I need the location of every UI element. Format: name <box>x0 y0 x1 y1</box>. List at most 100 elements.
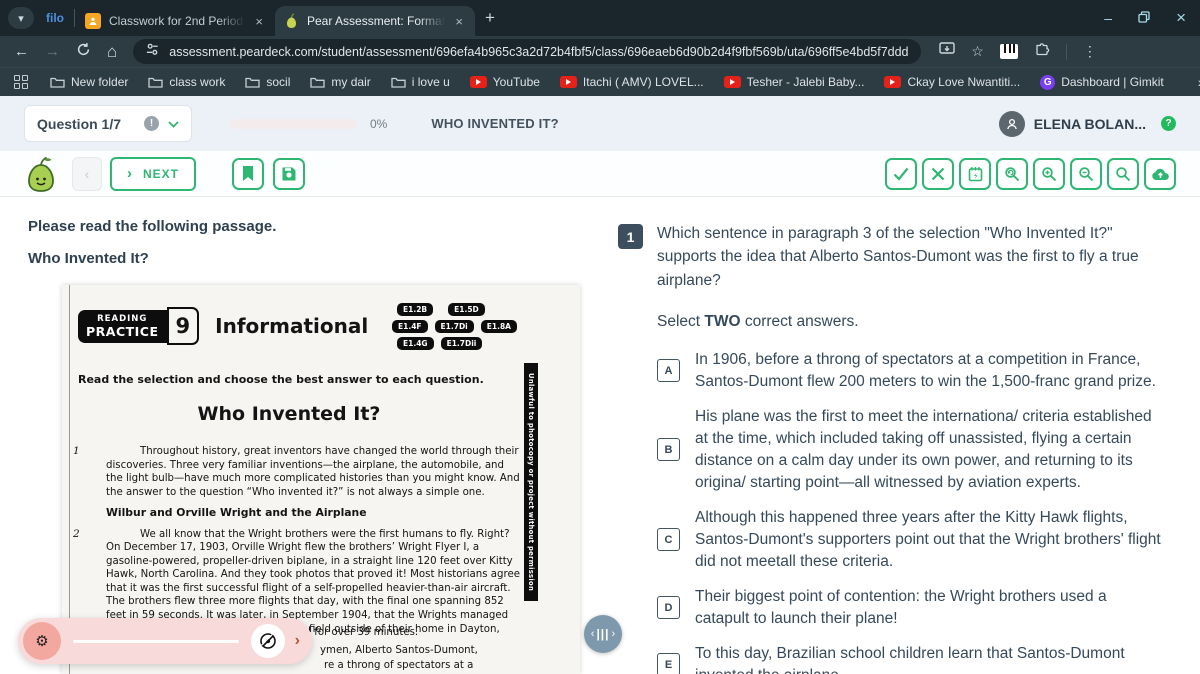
standard-tag: E1.8A <box>480 320 517 333</box>
folder-icon <box>245 77 261 88</box>
zoom-in-button[interactable] <box>1033 157 1065 190</box>
close-tab-icon[interactable]: × <box>253 14 265 29</box>
new-tab-button[interactable]: + <box>485 8 495 28</box>
answer-option-a[interactable]: A In 1906, before a throng of spectators… <box>657 349 1164 393</box>
scratchpad-button[interactable] <box>959 157 991 190</box>
magnifier-icon <box>1116 166 1131 181</box>
bookmark-icon <box>243 166 254 181</box>
minimize-window-icon[interactable]: – <box>1104 10 1112 26</box>
zoom-reset-button[interactable] <box>996 157 1028 190</box>
bookmark-folder[interactable]: my dair <box>302 72 378 92</box>
youtube-icon <box>884 76 902 88</box>
next-question-button[interactable]: › NEXT <box>110 156 197 191</box>
folder-icon <box>310 77 326 88</box>
bookmark-folder[interactable]: New folder <box>42 72 136 92</box>
previous-question-button[interactable]: ‹ <box>72 156 102 191</box>
progress-percent: 0% <box>370 116 388 131</box>
zoom-out-icon <box>1079 166 1094 181</box>
answer-option-b[interactable]: B His plane was the first to meet the in… <box>657 406 1164 494</box>
bookmark-youtube[interactable]: YouTube <box>462 72 548 92</box>
tab-pear-assessment[interactable]: Pear Assessment: Formative a × <box>275 6 475 36</box>
youtube-icon <box>723 76 741 88</box>
zoom-out-button[interactable] <box>1070 157 1102 190</box>
guide-settings-button[interactable]: ⚙ <box>23 622 61 660</box>
assessment-header: Question 1/7 ! 0% WHO INVENTED IT? ELENA… <box>0 96 1200 151</box>
question-selector[interactable]: Question 1/7 ! <box>24 105 192 142</box>
bookmarks-overflow-icon[interactable]: » <box>1190 74 1200 90</box>
extensions-puzzle-icon[interactable] <box>1034 41 1050 62</box>
option-letter[interactable]: E <box>657 653 680 674</box>
cross-icon <box>931 167 945 180</box>
answer-eliminator-cross-button[interactable] <box>922 157 954 190</box>
bookmark-youtube[interactable]: Ckay Love Nwantiti... <box>876 72 1028 92</box>
close-window-icon[interactable]: × <box>1176 8 1186 28</box>
badge-practice: PRACTICE <box>86 323 159 339</box>
pinned-tab-filo[interactable]: filo <box>46 11 64 25</box>
standard-tag: E1.4G <box>397 337 434 350</box>
answer-option-c[interactable]: C Although this happened three years aft… <box>657 507 1164 573</box>
question-panel: 1 Which sentence in paragraph 3 of the s… <box>604 197 1200 674</box>
option-letter[interactable]: B <box>657 438 680 462</box>
passage-fragment: III for over 39 minutes. <box>302 627 419 638</box>
option-text: His plane was the first to meet the inte… <box>695 407 1152 491</box>
bookmark-youtube[interactable]: Tesher - Jalebi Baby... <box>716 72 873 92</box>
bookmark-star-icon[interactable]: ☆ <box>971 43 984 60</box>
back-icon[interactable]: ← <box>14 43 29 60</box>
help-icon[interactable]: ? <box>1161 116 1176 131</box>
tab-title: Pear Assessment: Formative a <box>307 14 446 28</box>
guide-slider[interactable] <box>73 639 239 643</box>
passage-instruction: Please read the following passage. <box>28 218 277 235</box>
bookmarks-bar: New folder class work socil my dair i lo… <box>0 67 1200 96</box>
option-letter[interactable]: A <box>657 359 680 383</box>
guide-expand-icon[interactable]: › <box>295 632 300 650</box>
student-info[interactable]: ELENA BOLAN... ? <box>998 110 1176 137</box>
progress-bar <box>230 118 358 129</box>
folder-icon <box>391 77 406 88</box>
paragraph-number: 1 <box>73 445 80 457</box>
tab-search-button[interactable]: ▾ <box>8 7 34 29</box>
folder-icon <box>50 77 65 88</box>
restore-window-icon[interactable] <box>1138 10 1150 26</box>
chevron-down-icon <box>168 117 179 131</box>
bookmark-folder[interactable]: i love u <box>383 72 458 92</box>
browser-tab-bar: ▾ filo Classwork for 2nd Period: Engl × … <box>0 0 1200 36</box>
bookmark-question-button[interactable] <box>232 157 265 190</box>
standard-tag: E1.4F <box>392 320 428 333</box>
piano-extension-icon[interactable] <box>999 44 1018 59</box>
site-settings-icon[interactable] <box>145 42 160 62</box>
address-bar[interactable]: assessment.peardeck.com/student/assessme… <box>133 39 922 64</box>
answer-eliminator-check-button[interactable] <box>885 157 917 190</box>
answer-option-e[interactable]: E To this day, Brazilian school children… <box>657 643 1164 674</box>
option-letter[interactable]: D <box>657 596 680 620</box>
upload-answers-button[interactable] <box>1144 157 1176 190</box>
reload-icon[interactable] <box>76 42 91 61</box>
response-tools <box>885 157 1176 190</box>
bookmark-folder[interactable]: class work <box>140 72 233 92</box>
chevron-down-icon: ▾ <box>18 12 24 25</box>
bookmark-youtube[interactable]: Itachi ( AMV) LOVEL... <box>552 72 712 92</box>
apps-grid-icon[interactable] <box>14 75 28 89</box>
forward-icon[interactable]: → <box>45 43 60 60</box>
option-text: Their biggest point of contention: the W… <box>695 587 1107 627</box>
section-heading: Wilbur and Orville Wright and the Airpla… <box>106 506 367 520</box>
youtube-icon <box>559 76 577 88</box>
chrome-menu-icon[interactable]: ⋮ <box>1083 43 1097 60</box>
standard-tag: E1.2B <box>397 303 434 316</box>
zoom-in-icon <box>1042 166 1057 181</box>
install-app-icon[interactable] <box>939 42 955 61</box>
question-number-badge: 1 <box>618 224 643 249</box>
pear-mascot-icon <box>24 155 58 193</box>
tab-classwork[interactable]: Classwork for 2nd Period: Engl × <box>75 6 275 36</box>
home-icon[interactable]: ⌂ <box>107 42 117 62</box>
answer-option-d[interactable]: D Their biggest point of contention: the… <box>657 586 1164 630</box>
close-tab-icon[interactable]: × <box>453 14 465 29</box>
zoom-reset-icon <box>1005 166 1020 181</box>
magnifier-button[interactable] <box>1107 157 1139 190</box>
reading-guide-overlay[interactable]: ⚙ › <box>18 618 312 664</box>
worksheet-directions: Read the selection and choose the best a… <box>78 373 484 386</box>
save-snapshot-button[interactable] <box>273 157 306 190</box>
hide-guide-button[interactable] <box>250 624 285 658</box>
option-letter[interactable]: C <box>657 528 680 552</box>
bookmark-gimkit[interactable]: G Dashboard | Gimkit <box>1032 72 1172 93</box>
bookmark-folder[interactable]: socil <box>237 72 298 92</box>
